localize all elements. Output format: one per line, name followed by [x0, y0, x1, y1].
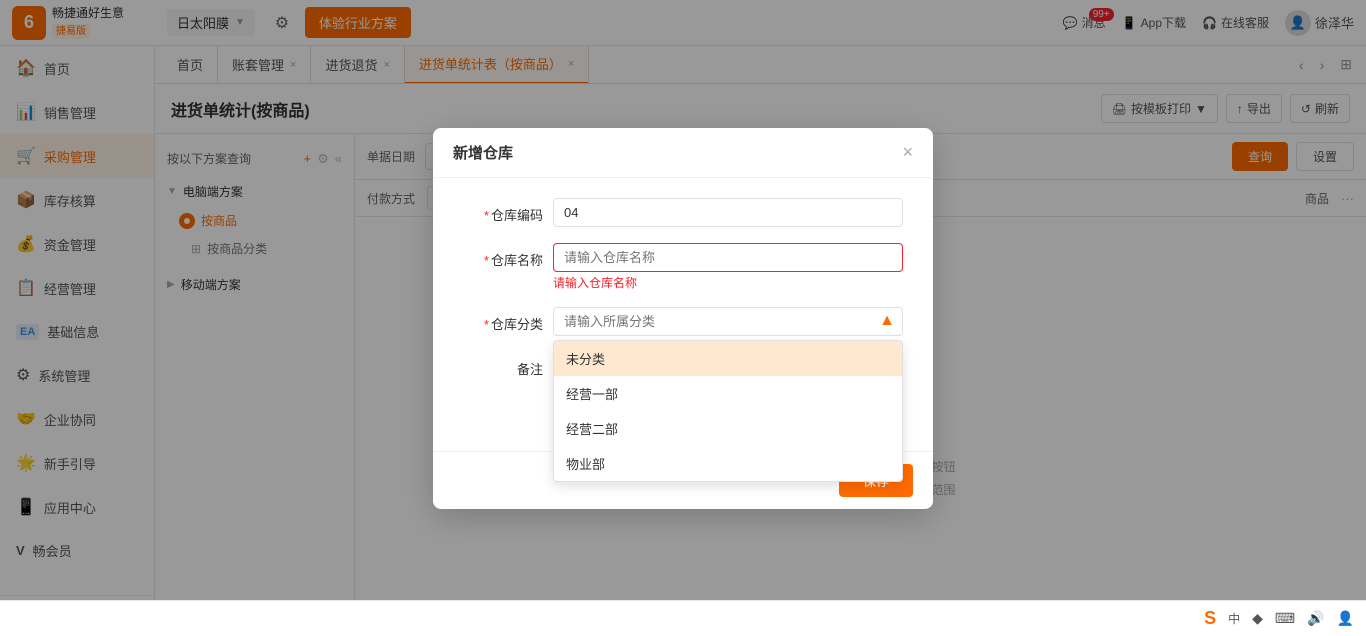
name-field: 请输入仓库名称 [553, 243, 903, 291]
bottom-zh-icon[interactable]: 中 [1228, 610, 1240, 627]
code-label: 仓库编码 [463, 198, 543, 224]
category-input[interactable] [553, 307, 903, 336]
modal-close-button[interactable]: × [902, 142, 913, 163]
bottom-dot-icon[interactable]: ◆ [1252, 610, 1263, 627]
form-row-category: 仓库分类 ▲ 未分类 经营一部 经营二部 物业部 [463, 307, 903, 336]
category-field: ▲ 未分类 经营一部 经营二部 物业部 [553, 307, 903, 336]
add-warehouse-modal: 新增仓库 × 仓库编码 仓库名称 请输入仓库名称 仓库分类 [433, 128, 933, 509]
category-label: 仓库分类 [463, 307, 543, 333]
form-row-code: 仓库编码 [463, 198, 903, 227]
bottom-speaker-icon[interactable]: 🔊 [1307, 610, 1324, 627]
code-input[interactable] [553, 198, 903, 227]
modal-title: 新增仓库 [453, 142, 513, 163]
category-dropdown: 未分类 经营一部 经营二部 物业部 [553, 340, 903, 482]
bottom-user-icon[interactable]: 👤 [1337, 610, 1354, 627]
note-label: 备注 [463, 352, 543, 378]
modal-overlay[interactable]: 新增仓库 × 仓库编码 仓库名称 请输入仓库名称 仓库分类 [0, 0, 1366, 636]
name-label: 仓库名称 [463, 243, 543, 269]
dropdown-item-dept1[interactable]: 经营一部 [554, 376, 902, 411]
code-field [553, 198, 903, 227]
dropdown-item-property[interactable]: 物业部 [554, 446, 902, 481]
name-input[interactable] [553, 243, 903, 272]
bottom-s-icon[interactable]: S [1204, 608, 1216, 629]
category-arrow-icon[interactable]: ▲ [879, 312, 895, 330]
modal-header: 新增仓库 × [433, 128, 933, 178]
dropdown-item-unclassified[interactable]: 未分类 [554, 341, 902, 376]
bottom-keyboard-icon[interactable]: ⌨ [1275, 610, 1295, 627]
bottom-bar: S 中 ◆ ⌨ 🔊 👤 [0, 600, 1366, 636]
name-error-msg: 请输入仓库名称 [553, 274, 903, 291]
modal-body: 仓库编码 仓库名称 请输入仓库名称 仓库分类 ▲ [433, 178, 933, 451]
form-row-name: 仓库名称 请输入仓库名称 [463, 243, 903, 291]
dropdown-item-dept2[interactable]: 经营二部 [554, 411, 902, 446]
